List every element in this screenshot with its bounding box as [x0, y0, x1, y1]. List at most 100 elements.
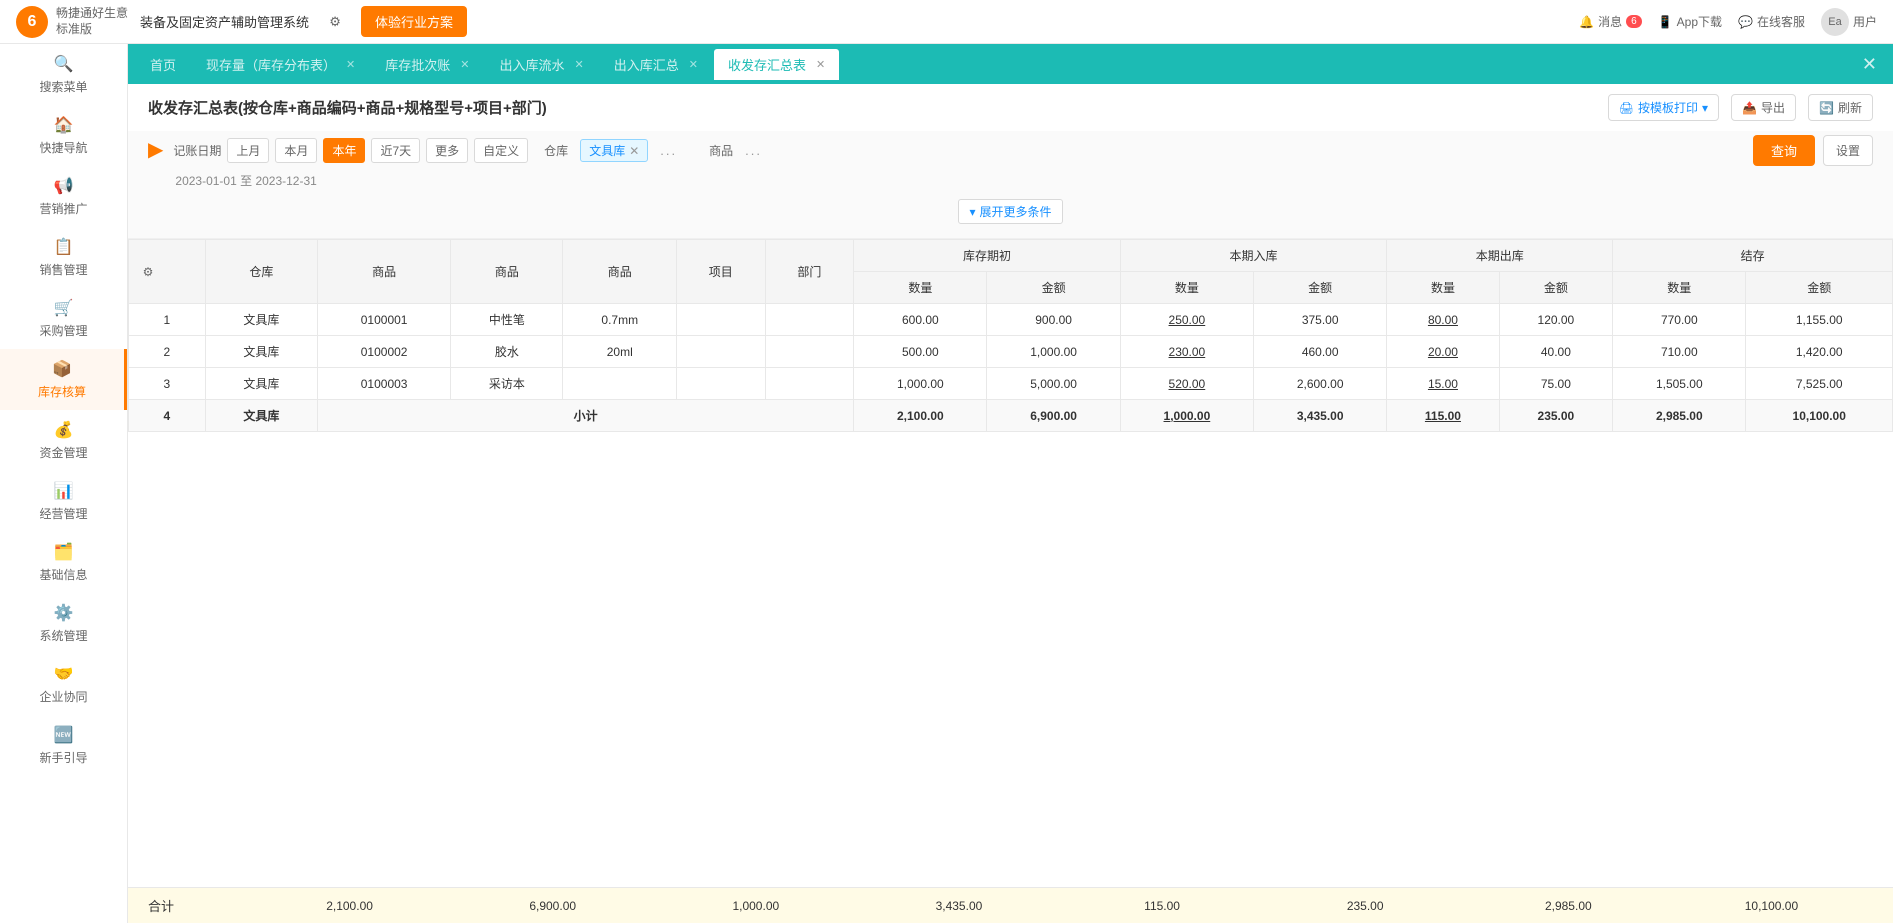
- footer-close-qty: 2,985.00: [1467, 899, 1670, 913]
- date-btn-custom[interactable]: 自定义: [474, 138, 528, 163]
- tab-home[interactable]: 首页: [136, 49, 190, 80]
- row-seq: 3: [129, 368, 206, 400]
- sidebar-item-enterprise[interactable]: 🤝 企业协同: [0, 654, 127, 715]
- gear-icon[interactable]: ⚙: [321, 8, 349, 36]
- data-table: ⚙ 仓库 商品 商品 商品 项目 部门 库存期初 本期入库 本期出库: [128, 239, 1893, 432]
- sidebar-item-quick-nav[interactable]: 🏠 快捷导航: [0, 105, 127, 166]
- row-open-amt: 5,000.00: [987, 368, 1120, 400]
- query-button[interactable]: 查询: [1753, 135, 1815, 166]
- warehouse-tag[interactable]: 文具库 ✕: [580, 139, 648, 162]
- col-group-opening-header: 库存期初: [854, 240, 1121, 272]
- table-area: ⚙ 仓库 商品 商品 商品 项目 部门 库存期初 本期入库 本期出库: [128, 239, 1893, 492]
- row-dept: [765, 368, 854, 400]
- goods-more-button[interactable]: ...: [745, 143, 762, 158]
- sidebar-item-inventory[interactable]: 📦 库存核算: [0, 349, 127, 410]
- date-btn-7days[interactable]: 近7天: [371, 138, 420, 163]
- footer-out-amt: 235.00: [1264, 899, 1467, 913]
- print-button[interactable]: 🖨 按模板打印 ▾: [1608, 94, 1719, 121]
- refresh-icon: 🔄: [1819, 101, 1834, 115]
- sales-icon: 📋: [54, 237, 74, 257]
- marketing-icon: 📢: [54, 176, 74, 196]
- sidebar-item-finance[interactable]: 💰 资金管理: [0, 410, 127, 471]
- sidebar-item-system[interactable]: ⚙️ 系统管理: [0, 593, 127, 654]
- sidebar-item-purchase[interactable]: 🛒 采购管理: [0, 288, 127, 349]
- chevron-down-icon: ▾: [969, 205, 975, 219]
- sidebar-item-basic[interactable]: 🗂️ 基础信息: [0, 532, 127, 593]
- sidebar-item-search[interactable]: 🔍 搜索菜单: [0, 44, 127, 105]
- guide-icon: 🆕: [54, 725, 74, 745]
- chevron-down-icon: ▾: [1702, 101, 1708, 115]
- notification-badge: 6: [1626, 15, 1642, 28]
- row-close-amt: 7,525.00: [1746, 368, 1893, 400]
- subtotal-out-amt: 235.00: [1499, 400, 1613, 432]
- warehouse-more-button[interactable]: ...: [660, 143, 677, 158]
- row-in-amt: 375.00: [1254, 304, 1387, 336]
- row-out-amt: 40.00: [1499, 336, 1613, 368]
- row-in-qty[interactable]: 520.00: [1120, 368, 1253, 400]
- user-action[interactable]: Ea 用户: [1821, 8, 1877, 36]
- row-goods-code: 0100001: [317, 304, 450, 336]
- export-button[interactable]: 📤 导出: [1731, 94, 1796, 121]
- row-in-amt: 2,600.00: [1254, 368, 1387, 400]
- refresh-button[interactable]: 🔄 刷新: [1808, 94, 1873, 121]
- col-dept-header: 部门: [765, 240, 854, 304]
- export-icon: 📤: [1742, 101, 1757, 115]
- row-goods-name: 采访本: [451, 368, 563, 400]
- row-in-qty[interactable]: 230.00: [1120, 336, 1253, 368]
- col-goods-code-header: 商品: [317, 240, 450, 304]
- row-close-qty: 710.00: [1613, 336, 1746, 368]
- sidebar-item-operation[interactable]: 📊 经营管理: [0, 471, 127, 532]
- tab-batch-ledger[interactable]: 库存批次账 ✕: [371, 49, 483, 80]
- date-btn-last-month[interactable]: 上月: [227, 138, 269, 163]
- subtotal-in-qty[interactable]: 1,000.00: [1120, 400, 1253, 432]
- row-out-qty[interactable]: 80.00: [1387, 304, 1499, 336]
- sidebar-item-guide[interactable]: 🆕 新手引导: [0, 715, 127, 776]
- home-icon: 🏠: [54, 115, 74, 135]
- date-btn-this-year[interactable]: 本年: [323, 138, 365, 163]
- row-open-amt: 900.00: [987, 304, 1120, 336]
- footer-label: 合计: [148, 896, 248, 915]
- tab-close-stock-dist[interactable]: ✕: [346, 58, 355, 71]
- tab-close-in-out-flow[interactable]: ✕: [575, 58, 584, 71]
- row-out-qty[interactable]: 20.00: [1387, 336, 1499, 368]
- setting-button[interactable]: 设置: [1823, 135, 1873, 166]
- app-download-action[interactable]: 📱 App下载: [1658, 13, 1722, 30]
- tab-close-batch-ledger[interactable]: ✕: [460, 58, 469, 71]
- tab-in-out-summary[interactable]: 出入库汇总 ✕: [600, 49, 712, 80]
- close-all-tabs-button[interactable]: ✕: [1854, 54, 1885, 75]
- experience-button[interactable]: 体验行业方案: [361, 6, 467, 37]
- online-service-action[interactable]: 💬 在线客服: [1738, 13, 1805, 30]
- page-header-row: 收发存汇总表(按仓库+商品编码+商品+规格型号+项目+部门) 🖨 按模板打印 ▾…: [128, 84, 1893, 131]
- row-out-qty[interactable]: 15.00: [1387, 368, 1499, 400]
- filter-arrow-icon[interactable]: ▶: [148, 135, 163, 162]
- row-goods-spec: 0.7mm: [563, 304, 677, 336]
- user-avatar: Ea: [1821, 8, 1849, 36]
- row-dept: [765, 336, 854, 368]
- expand-filter-button[interactable]: ▾ 展开更多条件: [958, 199, 1062, 224]
- row-in-qty[interactable]: 250.00: [1120, 304, 1253, 336]
- col-out-amt-header: 金额: [1499, 272, 1613, 304]
- date-btn-this-month[interactable]: 本月: [275, 138, 317, 163]
- sidebar-item-sales[interactable]: 📋 销售管理: [0, 227, 127, 288]
- tab-close-in-out-summary[interactable]: ✕: [689, 58, 698, 71]
- subtotal-in-amt: 3,435.00: [1254, 400, 1387, 432]
- sidebar-item-marketing[interactable]: 📢 营销推广: [0, 166, 127, 227]
- col-project-header: 项目: [677, 240, 766, 304]
- row-close-amt: 1,420.00: [1746, 336, 1893, 368]
- tab-stock-dist[interactable]: 现存量（库存分布表） ✕: [192, 49, 369, 80]
- notification-action[interactable]: 🔔 消息 6: [1579, 13, 1642, 30]
- tab-bar: 首页 现存量（库存分布表） ✕ 库存批次账 ✕ 出入库流水 ✕ 出入库汇总 ✕: [128, 44, 1893, 84]
- system-name: 装备及固定资产辅助管理系统: [140, 12, 309, 31]
- warehouse-tag-close-icon[interactable]: ✕: [629, 144, 639, 158]
- tab-close-recv-send-summary[interactable]: ✕: [816, 58, 825, 71]
- row-close-amt: 1,155.00: [1746, 304, 1893, 336]
- col-settings-header[interactable]: ⚙: [129, 240, 206, 304]
- date-btn-more[interactable]: 更多: [426, 138, 468, 163]
- row-open-qty: 500.00: [854, 336, 987, 368]
- row-goods-spec: [563, 368, 677, 400]
- subtotal-out-qty[interactable]: 115.00: [1387, 400, 1499, 432]
- subtotal-label: 小计: [317, 400, 853, 432]
- tab-recv-send-summary[interactable]: 收发存汇总表 ✕: [714, 49, 839, 80]
- goods-label: 商品: [709, 142, 733, 159]
- tab-in-out-flow[interactable]: 出入库流水 ✕: [485, 49, 597, 80]
